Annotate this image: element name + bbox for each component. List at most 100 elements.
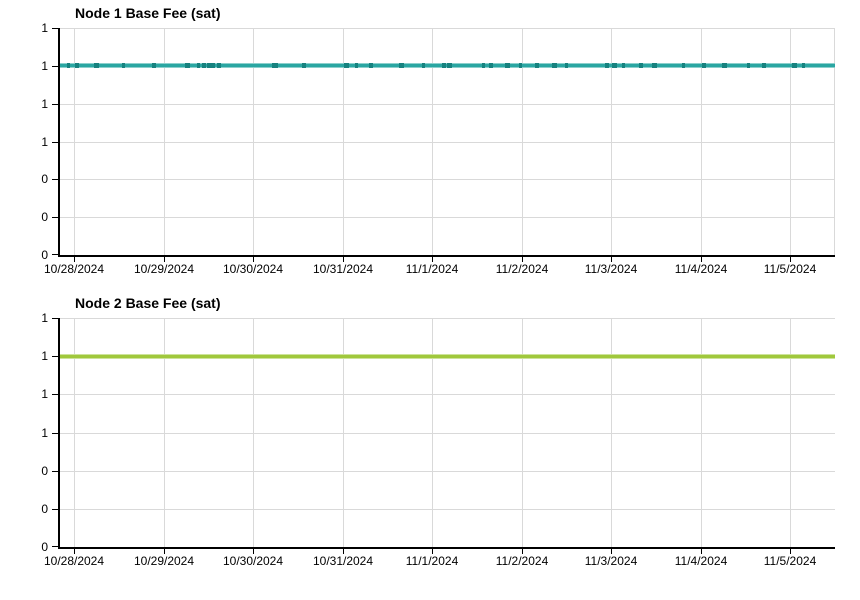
data-point-marker bbox=[604, 63, 609, 69]
series-line-node-2-base-fee bbox=[60, 353, 835, 359]
x-tick-label: 10/29/2024 bbox=[133, 554, 195, 568]
v-gridline bbox=[522, 318, 523, 547]
plot-area: 1 1 1 1 0 0 0 10/28/2024 10/29/2024 10/30/2024 10/… bbox=[41, 21, 835, 276]
y-axis-tick bbox=[52, 254, 58, 255]
y-tick-label: 0 bbox=[41, 210, 48, 224]
chart-node-2-base-fee: Node 2 Base Fee (sat) 1 1 1 1 0 0 0 10/28/2024 1… bbox=[0, 290, 860, 580]
v-gridline bbox=[790, 28, 791, 255]
h-gridline bbox=[60, 318, 835, 319]
y-axis-tick bbox=[52, 142, 58, 143]
data-point-marker bbox=[552, 63, 558, 69]
v-gridline bbox=[611, 318, 612, 547]
h-gridline bbox=[60, 471, 835, 472]
h-gridline bbox=[60, 509, 835, 510]
y-axis-tick bbox=[52, 394, 58, 395]
data-point-marker bbox=[217, 63, 222, 69]
data-point-marker bbox=[791, 63, 797, 69]
h-gridline bbox=[60, 142, 835, 143]
v-gridline bbox=[74, 318, 75, 547]
data-point-marker bbox=[201, 63, 206, 69]
data-point-marker bbox=[122, 63, 125, 69]
data-point-marker bbox=[638, 63, 643, 69]
data-point-marker bbox=[565, 63, 569, 69]
y-axis-tick bbox=[52, 179, 58, 180]
data-point-marker bbox=[621, 63, 625, 69]
data-point-marker bbox=[721, 63, 727, 69]
v-gridline bbox=[253, 318, 254, 547]
data-point-marker bbox=[355, 63, 359, 69]
data-point-marker bbox=[343, 63, 349, 69]
data-point-marker bbox=[652, 63, 658, 69]
v-gridline bbox=[343, 318, 344, 547]
x-tick-label: 10/28/2024 bbox=[43, 262, 105, 276]
v-gridline bbox=[432, 28, 433, 255]
v-gridline bbox=[834, 28, 835, 255]
data-point-marker bbox=[535, 63, 540, 69]
y-tick-label: 0 bbox=[41, 248, 48, 262]
data-point-marker bbox=[66, 63, 70, 69]
data-point-marker bbox=[762, 63, 767, 69]
y-tick-label: 1 bbox=[41, 97, 48, 111]
x-tick-label: 10/29/2024 bbox=[133, 262, 195, 276]
v-gridline bbox=[701, 28, 702, 255]
v-gridline bbox=[253, 28, 254, 255]
x-tick-label: 10/31/2024 bbox=[312, 262, 374, 276]
data-point-marker bbox=[274, 63, 278, 69]
y-tick-label: 1 bbox=[41, 387, 48, 401]
data-point-marker bbox=[74, 63, 79, 69]
data-point-marker bbox=[746, 63, 750, 69]
data-point-marker bbox=[489, 63, 494, 69]
charts-page: Node 1 Base Fee (sat) 1 1 1 1 0 0 0 10/28/2024 1… bbox=[0, 0, 860, 600]
v-gridline bbox=[432, 318, 433, 547]
data-point-marker bbox=[421, 63, 425, 69]
chart-title: Node 2 Base Fee (sat) bbox=[75, 295, 221, 311]
y-axis-tick bbox=[52, 66, 58, 67]
chart-title: Node 1 Base Fee (sat) bbox=[75, 5, 221, 21]
y-tick-label: 1 bbox=[41, 311, 48, 325]
plot-area: 1 1 1 1 0 0 0 10/28/2024 10/29/2024 10/30/2024 10/… bbox=[41, 311, 835, 568]
y-axis-tick bbox=[52, 28, 58, 29]
y-tick-label: 1 bbox=[41, 426, 48, 440]
v-gridline bbox=[74, 28, 75, 255]
h-gridline bbox=[60, 394, 835, 395]
data-point-marker bbox=[184, 63, 190, 69]
x-tick-label: 10/30/2024 bbox=[222, 554, 284, 568]
y-tick-label: 0 bbox=[41, 172, 48, 186]
y-tick-label: 0 bbox=[41, 502, 48, 516]
data-point-marker bbox=[398, 63, 404, 69]
data-point-marker bbox=[701, 63, 706, 69]
data-point-marker bbox=[94, 63, 100, 69]
h-gridline bbox=[60, 217, 835, 218]
y-axis-tick bbox=[52, 509, 58, 510]
y-tick-label: 0 bbox=[41, 464, 48, 478]
data-point-marker bbox=[504, 63, 510, 69]
y-axis-tick bbox=[52, 318, 58, 319]
y-tick-label: 1 bbox=[41, 135, 48, 149]
v-gridline bbox=[522, 28, 523, 255]
data-point-marker bbox=[197, 63, 201, 69]
x-tick-label: 10/31/2024 bbox=[312, 554, 374, 568]
v-gridline bbox=[701, 318, 702, 547]
h-gridline bbox=[60, 28, 835, 29]
y-axis-tick bbox=[52, 104, 58, 105]
x-tick-label: 11/4/2024 bbox=[674, 554, 728, 568]
x-tick-label: 11/3/2024 bbox=[584, 554, 638, 568]
y-tick-label: 1 bbox=[41, 21, 48, 35]
v-gridline bbox=[790, 318, 791, 547]
data-point-marker bbox=[518, 63, 522, 69]
x-tick-label: 11/2/2024 bbox=[495, 262, 549, 276]
data-point-marker bbox=[152, 63, 157, 69]
x-tick-label: 11/2/2024 bbox=[495, 554, 549, 568]
data-point-marker bbox=[442, 63, 447, 69]
x-tick-label: 11/5/2024 bbox=[763, 262, 817, 276]
data-point-marker bbox=[682, 63, 686, 69]
data-point-marker bbox=[301, 63, 306, 69]
x-tick-label: 11/5/2024 bbox=[763, 554, 817, 568]
h-gridline bbox=[60, 179, 835, 180]
data-point-marker bbox=[611, 63, 617, 69]
v-gridline bbox=[164, 318, 165, 547]
h-gridline bbox=[60, 433, 835, 434]
y-axis-tick bbox=[52, 217, 58, 218]
y-tick-label: 1 bbox=[41, 59, 48, 73]
y-tick-label: 1 bbox=[41, 349, 48, 363]
